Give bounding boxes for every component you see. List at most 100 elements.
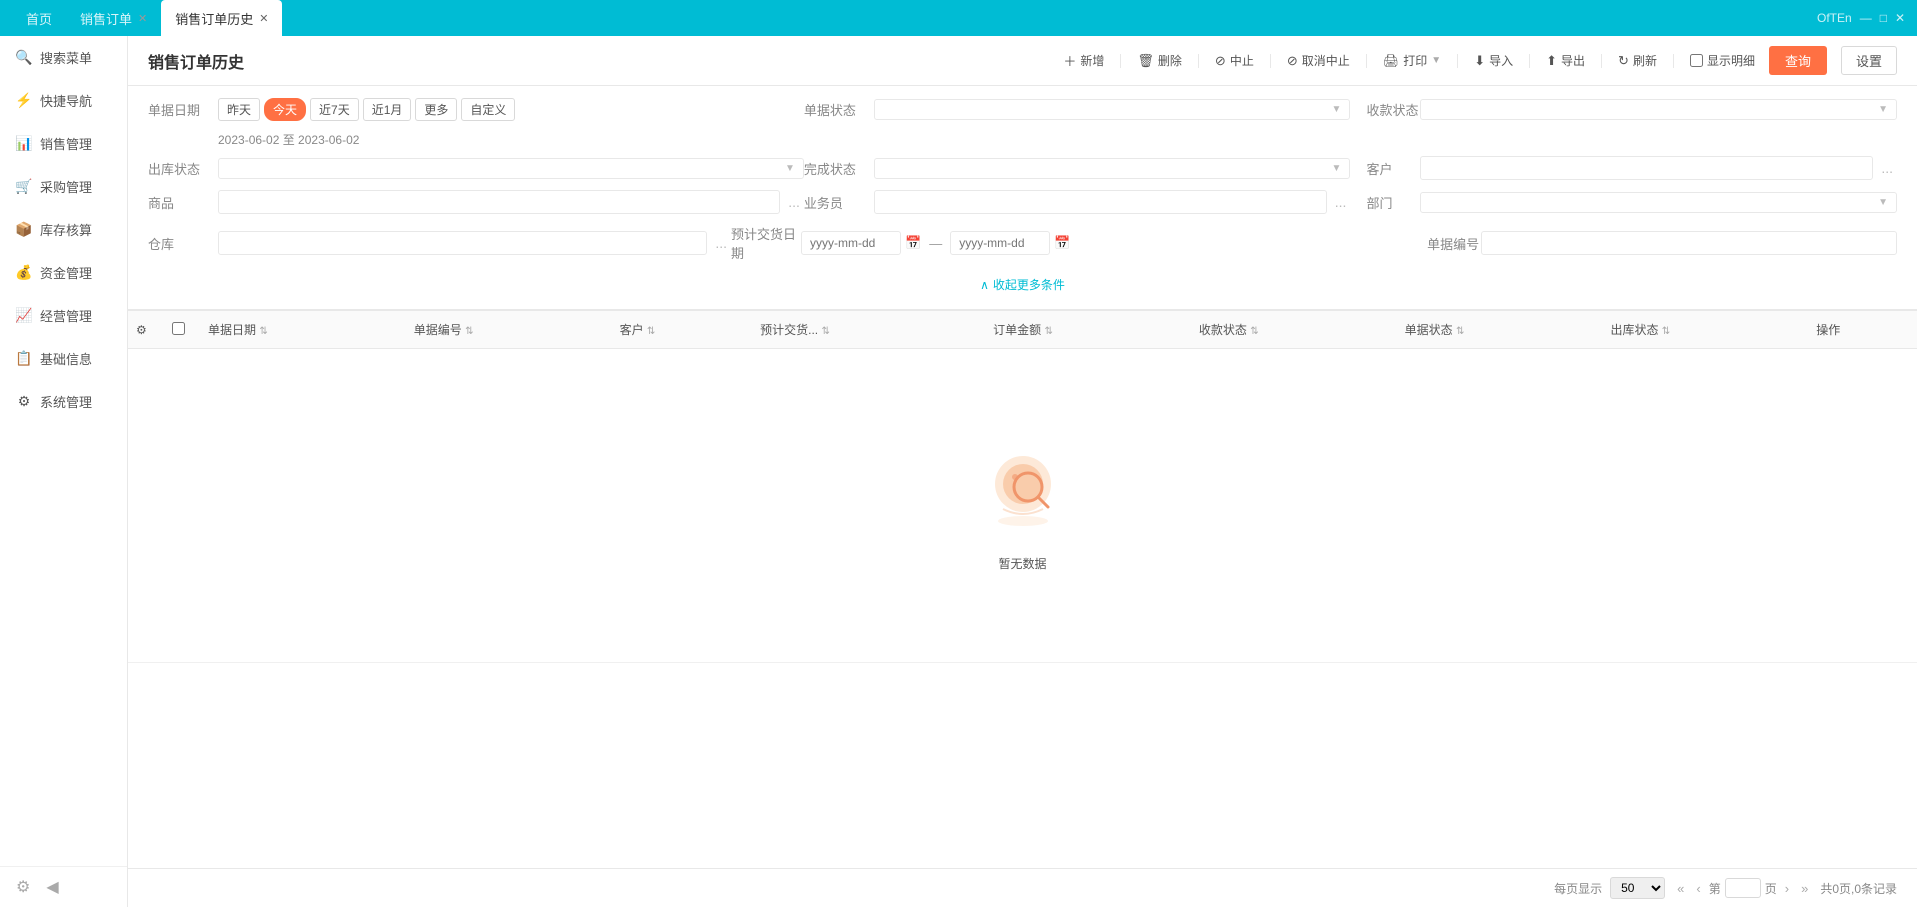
page-last-btn[interactable]: »	[1797, 879, 1812, 898]
department-label: 部门	[1350, 193, 1420, 212]
receipt-status-select[interactable]: ▼	[1420, 99, 1897, 120]
tab-sales-order[interactable]: 销售订单 ✕	[66, 0, 161, 36]
col-customer-sort-icon[interactable]: ⇅	[647, 326, 655, 337]
query-button[interactable]: 查询	[1769, 46, 1827, 75]
export-btn[interactable]: ⬆ 导出	[1546, 52, 1585, 69]
warehouse-dots[interactable]: ...	[711, 235, 731, 251]
sidebar-item-inventory[interactable]: 📦 库存核算	[0, 208, 127, 251]
refresh-icon: ↻	[1618, 53, 1629, 69]
filter-delivery-date: 预计交货日期 📅 — 📅	[731, 224, 1411, 262]
customer-dots[interactable]: ...	[1877, 160, 1897, 176]
date-btn-1month[interactable]: 近1月	[363, 98, 412, 121]
stop-icon: ⊘	[1215, 53, 1226, 69]
page-prev-btn[interactable]: ‹	[1692, 879, 1704, 898]
col-settings: ⚙	[128, 311, 164, 349]
close-btn[interactable]: ✕	[1895, 11, 1905, 25]
col-delivery-date-sort-icon[interactable]: ⇅	[822, 326, 830, 337]
salesperson-input[interactable]	[874, 190, 1327, 214]
page-size-select[interactable]: 50 20 100	[1610, 877, 1665, 899]
cancel-stop-btn[interactable]: ⊘ 取消中止	[1287, 52, 1350, 69]
show-detail-checkbox[interactable]	[1690, 54, 1703, 67]
col-bill-no-label: 单据编号	[414, 323, 462, 337]
bill-number-label: 单据编号	[1411, 234, 1481, 253]
delivery-date-start[interactable]	[801, 231, 901, 255]
col-actions-label: 操作	[1816, 323, 1840, 337]
col-bill-status-sort-icon[interactable]: ⇅	[1456, 326, 1464, 337]
bill-status-label: 单据状态	[804, 100, 874, 119]
maximize-btn[interactable]: □	[1880, 11, 1887, 25]
refresh-btn[interactable]: ↻ 刷新	[1618, 52, 1657, 69]
col-bill-date-sort-icon[interactable]: ⇅	[259, 326, 267, 337]
filter-customer: 客户 ...	[1350, 156, 1897, 180]
goods-dots[interactable]: ...	[784, 194, 804, 210]
page-next-btn[interactable]: ›	[1781, 879, 1793, 898]
sidebar-item-basic-info[interactable]: 📋 基础信息	[0, 337, 127, 380]
complete-status-arrow-icon: ▼	[1332, 163, 1342, 174]
sidebar-item-operations[interactable]: 📈 经营管理	[0, 294, 127, 337]
print-btn[interactable]: 🖨 打印 ▼	[1383, 52, 1441, 69]
sales-order-tab-close[interactable]: ✕	[138, 12, 147, 25]
sidebar-item-label-operations: 经营管理	[40, 306, 92, 325]
import-btn[interactable]: ⬇ 导入	[1474, 52, 1513, 69]
page-header: 销售订单历史 ＋ 新增 🗑 删除 ⊘ 中止 ⊘	[128, 36, 1917, 86]
col-actions: 操作	[1808, 311, 1917, 349]
print-label: 打印	[1403, 52, 1427, 69]
bill-status-select[interactable]: ▼	[874, 99, 1351, 120]
filter-bill-number: 单据编号	[1411, 231, 1897, 255]
sidebar-item-finance[interactable]: 💰 资金管理	[0, 251, 127, 294]
tab-home[interactable]: 首页	[12, 0, 66, 36]
table-settings-icon[interactable]: ⚙	[136, 323, 147, 337]
col-order-amount-sort-icon[interactable]: ⇅	[1044, 326, 1052, 337]
goods-input[interactable]	[218, 190, 780, 214]
col-customer: 客户 ⇅	[612, 311, 753, 349]
sidebar-item-purchase-mgmt[interactable]: 🛒 采购管理	[0, 165, 127, 208]
date-btn-more[interactable]: 更多	[415, 98, 457, 121]
filter-row-2: 出库状态 ▼ 完成状态 ▼ 客户	[148, 156, 1897, 180]
tab-sales-order-history[interactable]: 销售订单历史 ✕	[161, 0, 282, 36]
date-btn-custom[interactable]: 自定义	[461, 98, 515, 121]
customer-input[interactable]	[1420, 156, 1873, 180]
setting-button[interactable]: 设置	[1841, 46, 1897, 75]
page-number-input[interactable]: 1	[1725, 878, 1761, 898]
department-select[interactable]: ▼	[1420, 192, 1897, 213]
sidebar-settings-icon[interactable]: ⚙	[16, 877, 30, 897]
filter-bill-date: 单据日期 昨天 今天 近7天 近1月 更多 自定义	[148, 98, 804, 121]
delete-btn[interactable]: 🗑 删除	[1137, 52, 1182, 69]
date-btn-yesterday[interactable]: 昨天	[218, 98, 260, 121]
sidebar-item-sys-mgmt[interactable]: ⚙ 系统管理	[0, 380, 127, 423]
col-receipt-status: 收款状态 ⇅	[1191, 311, 1397, 349]
delivery-date-control: 📅 — 📅	[801, 231, 1411, 255]
sidebar-item-search-menu[interactable]: 🔍 搜索菜单	[0, 36, 127, 79]
delivery-date-start-icon[interactable]: 📅	[905, 235, 921, 251]
col-bill-no-sort-icon[interactable]: ⇅	[465, 326, 473, 337]
delivery-date-end-icon[interactable]: 📅	[1054, 235, 1070, 251]
sidebar-item-quick-nav[interactable]: ⚡ 快捷导航	[0, 79, 127, 122]
date-btn-7days[interactable]: 近7天	[310, 98, 359, 121]
cancel-stop-icon: ⊘	[1287, 53, 1298, 69]
divider-5	[1457, 54, 1458, 68]
minimize-btn[interactable]: —	[1860, 11, 1872, 25]
receipt-status-arrow-icon: ▼	[1878, 104, 1888, 115]
delete-label: 删除	[1158, 52, 1182, 69]
sales-order-history-tab-close[interactable]: ✕	[259, 12, 268, 25]
stop-btn[interactable]: ⊘ 中止	[1215, 52, 1254, 69]
refresh-label: 刷新	[1633, 52, 1657, 69]
date-btn-today[interactable]: 今天	[264, 98, 306, 121]
complete-status-select[interactable]: ▼	[874, 158, 1351, 179]
sidebar-collapse-icon[interactable]: ◀	[46, 877, 58, 897]
delivery-date-end[interactable]	[950, 231, 1050, 255]
col-bill-status: 单据状态 ⇅	[1397, 311, 1603, 349]
outbound-status-select[interactable]: ▼	[218, 158, 804, 179]
filter-row-4: 仓库 ... 预计交货日期 📅 — 📅	[148, 224, 1897, 262]
sidebar-item-sales-mgmt[interactable]: 📊 销售管理	[0, 122, 127, 165]
col-outbound-status-sort-icon[interactable]: ⇅	[1662, 326, 1670, 337]
bill-number-input[interactable]	[1481, 231, 1897, 255]
col-receipt-status-sort-icon[interactable]: ⇅	[1250, 326, 1258, 337]
warehouse-input[interactable]	[218, 231, 707, 255]
collapse-btn[interactable]: ∧ 收起更多条件	[980, 276, 1065, 293]
new-btn[interactable]: ＋ 新增	[1063, 51, 1104, 70]
salesperson-dots[interactable]: ...	[1331, 194, 1351, 210]
table-body: 暂无数据	[128, 349, 1917, 663]
select-all-checkbox[interactable]	[172, 322, 185, 335]
page-first-btn[interactable]: «	[1673, 879, 1688, 898]
